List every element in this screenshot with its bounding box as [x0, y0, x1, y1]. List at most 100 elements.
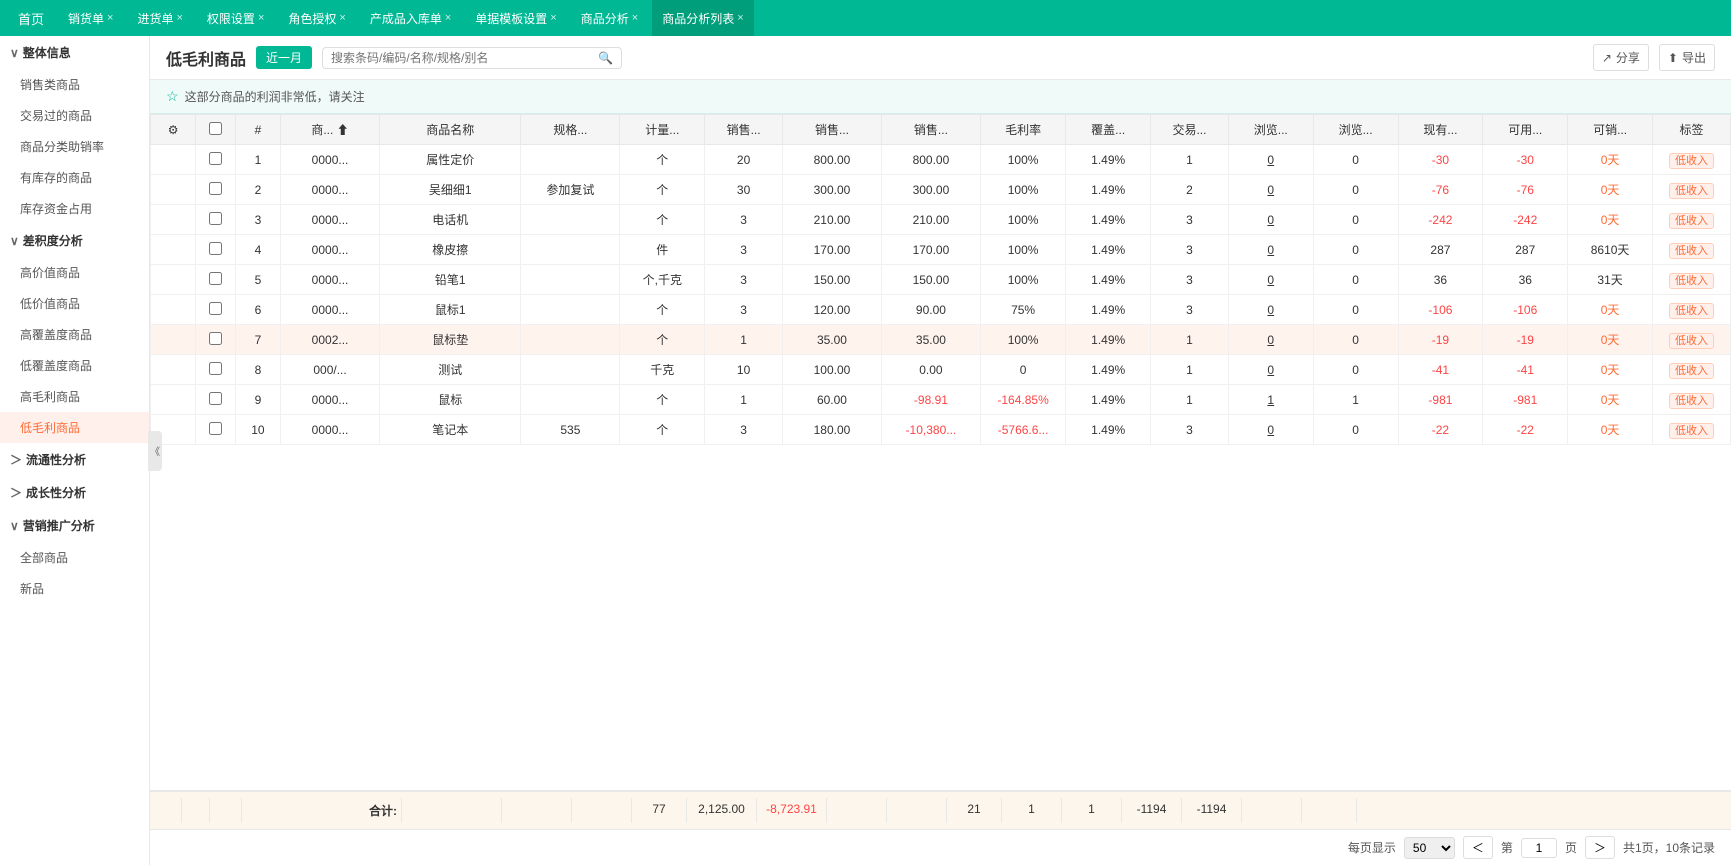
col-available[interactable]: 可用... — [1483, 115, 1568, 145]
nav-purchase[interactable]: 进货单 × — [127, 0, 192, 36]
sidebar-group-overall[interactable]: ∨ 整体信息 — [0, 36, 149, 69]
export-button[interactable]: ⬆ 导出 — [1659, 44, 1715, 71]
sidebar-item-high-coverage[interactable]: 高覆盖度商品 — [0, 319, 149, 350]
row-browse1[interactable]: 0 — [1228, 415, 1313, 445]
row-browse1[interactable]: 0 — [1228, 355, 1313, 385]
notice-icon: ☆ — [166, 88, 179, 105]
sidebar-item-high-value[interactable]: 高价值商品 — [0, 257, 149, 288]
search-icon[interactable]: 🔍 — [598, 51, 613, 65]
col-amount[interactable]: 销售... — [782, 115, 881, 145]
col-gross-rate[interactable]: 毛利率 — [980, 115, 1065, 145]
col-settings[interactable]: ⚙ — [151, 115, 196, 145]
row-amount: 170.00 — [782, 235, 881, 265]
col-spec[interactable]: 规格... — [521, 115, 620, 145]
row-checkbox[interactable] — [196, 175, 236, 205]
nav-purchase-close[interactable]: × — [176, 12, 182, 24]
next-page-btn[interactable]: ＞ — [1585, 836, 1615, 859]
sidebar-group-marketing[interactable]: ∨ 营销推广分析 — [0, 509, 149, 542]
row-unit: 个 — [620, 145, 705, 175]
row-checkbox[interactable] — [196, 145, 236, 175]
row-browse1[interactable]: 0 — [1228, 295, 1313, 325]
nav-finished-close[interactable]: × — [445, 12, 451, 24]
filter-button[interactable]: 近一月 — [256, 46, 312, 69]
row-trade: 1 — [1151, 325, 1229, 355]
group-value-arrow: ∨ — [10, 234, 19, 248]
nav-finished-goods[interactable]: 产成品入库单 × — [360, 0, 461, 36]
sidebar-item-traded-goods[interactable]: 交易过的商品 — [0, 100, 149, 131]
row-current: -19 — [1398, 325, 1483, 355]
nav-analysis-close[interactable]: × — [632, 12, 638, 24]
nav-permission[interactable]: 权限设置 × — [197, 0, 274, 36]
row-checkbox[interactable] — [196, 205, 236, 235]
sidebar-item-low-margin[interactable]: 低毛利商品 — [0, 412, 149, 443]
row-browse1[interactable]: 0 — [1228, 325, 1313, 355]
row-available: -41 — [1483, 355, 1568, 385]
row-browse1[interactable]: 0 — [1228, 265, 1313, 295]
sidebar-item-sales-goods[interactable]: 销售类商品 — [0, 69, 149, 100]
sidebar-item-all-goods[interactable]: 全部商品 — [0, 542, 149, 573]
col-code[interactable]: 商... ⬆ — [281, 115, 380, 145]
sidebar-item-high-margin[interactable]: 高毛利商品 — [0, 381, 149, 412]
sidebar-item-category-rate[interactable]: 商品分类助销率 — [0, 131, 149, 162]
col-browse2[interactable]: 浏览... — [1313, 115, 1398, 145]
row-checkbox[interactable] — [196, 235, 236, 265]
nav-home[interactable]: 首页 — [8, 0, 54, 36]
col-check[interactable] — [196, 115, 236, 145]
row-checkbox[interactable] — [196, 385, 236, 415]
row-tag: 低收入 — [1653, 265, 1731, 295]
row-browse2: 0 — [1313, 325, 1398, 355]
row-browse1[interactable]: 0 — [1228, 205, 1313, 235]
col-saleable[interactable]: 可销... — [1568, 115, 1653, 145]
row-checkbox[interactable] — [196, 415, 236, 445]
col-profit[interactable]: 销售... — [881, 115, 980, 145]
footer-current: -1194 — [1122, 798, 1182, 823]
sidebar-item-new-goods[interactable]: 新品 — [0, 573, 149, 604]
col-trade[interactable]: 交易... — [1151, 115, 1229, 145]
row-saleable: 0天 — [1568, 295, 1653, 325]
share-icon: ↗ — [1602, 51, 1612, 65]
row-checkbox[interactable] — [196, 355, 236, 385]
row-browse1[interactable]: 0 — [1228, 145, 1313, 175]
sidebar-group-flow[interactable]: ＞ 流通性分析 — [0, 443, 149, 476]
page-number-input[interactable] — [1521, 838, 1557, 858]
nav-template[interactable]: 单据模板设置 × — [465, 0, 566, 36]
col-current[interactable]: 现有... — [1398, 115, 1483, 145]
search-input[interactable] — [331, 51, 598, 65]
nav-role[interactable]: 角色授权 × — [278, 0, 355, 36]
nav-template-close[interactable]: × — [550, 12, 556, 24]
col-unit[interactable]: 计量... — [620, 115, 705, 145]
col-name[interactable]: 商品名称 — [380, 115, 521, 145]
sidebar-collapse-btn[interactable]: 《 — [148, 431, 162, 471]
nav-goods-analysis-list[interactable]: 商品分析列表 × — [652, 0, 753, 36]
row-checkbox[interactable] — [196, 295, 236, 325]
row-browse2: 0 — [1313, 145, 1398, 175]
nav-sales-close[interactable]: × — [107, 12, 113, 24]
sidebar-item-capital[interactable]: 库存资金占用 — [0, 193, 149, 224]
nav-analysis-list-close[interactable]: × — [737, 12, 743, 24]
share-button[interactable]: ↗ 分享 — [1593, 44, 1649, 71]
sidebar-item-low-coverage[interactable]: 低覆盖度商品 — [0, 350, 149, 381]
nav-role-close[interactable]: × — [339, 12, 345, 24]
row-browse1[interactable]: 0 — [1228, 235, 1313, 265]
sidebar-group-value[interactable]: ∨ 差积度分析 — [0, 224, 149, 257]
prev-page-btn[interactable]: ＜ — [1463, 836, 1493, 859]
nav-permission-close[interactable]: × — [258, 12, 264, 24]
sidebar-item-in-stock[interactable]: 有库存的商品 — [0, 162, 149, 193]
sidebar-item-low-value[interactable]: 低价值商品 — [0, 288, 149, 319]
row-browse1[interactable]: 0 — [1228, 175, 1313, 205]
footer-empty10 — [1302, 798, 1357, 823]
sidebar-group-growth[interactable]: ＞ 成长性分析 — [0, 476, 149, 509]
row-checkbox[interactable] — [196, 265, 236, 295]
col-browse1[interactable]: 浏览... — [1228, 115, 1313, 145]
nav-sales[interactable]: 销货单 × — [58, 0, 123, 36]
row-browse1[interactable]: 1 — [1228, 385, 1313, 415]
row-profit: 35.00 — [881, 325, 980, 355]
nav-goods-analysis[interactable]: 商品分析 × — [571, 0, 648, 36]
row-checkbox[interactable] — [196, 325, 236, 355]
col-qty[interactable]: 销售... — [705, 115, 783, 145]
col-tag[interactable]: 标签 — [1653, 115, 1731, 145]
table-row: 10 0000... 笔记本 535 个 3 180.00 -10,380...… — [151, 415, 1731, 445]
per-page-select[interactable]: 50 100 — [1404, 837, 1455, 859]
select-all-checkbox[interactable] — [209, 122, 222, 135]
col-coverage[interactable]: 覆盖... — [1066, 115, 1151, 145]
